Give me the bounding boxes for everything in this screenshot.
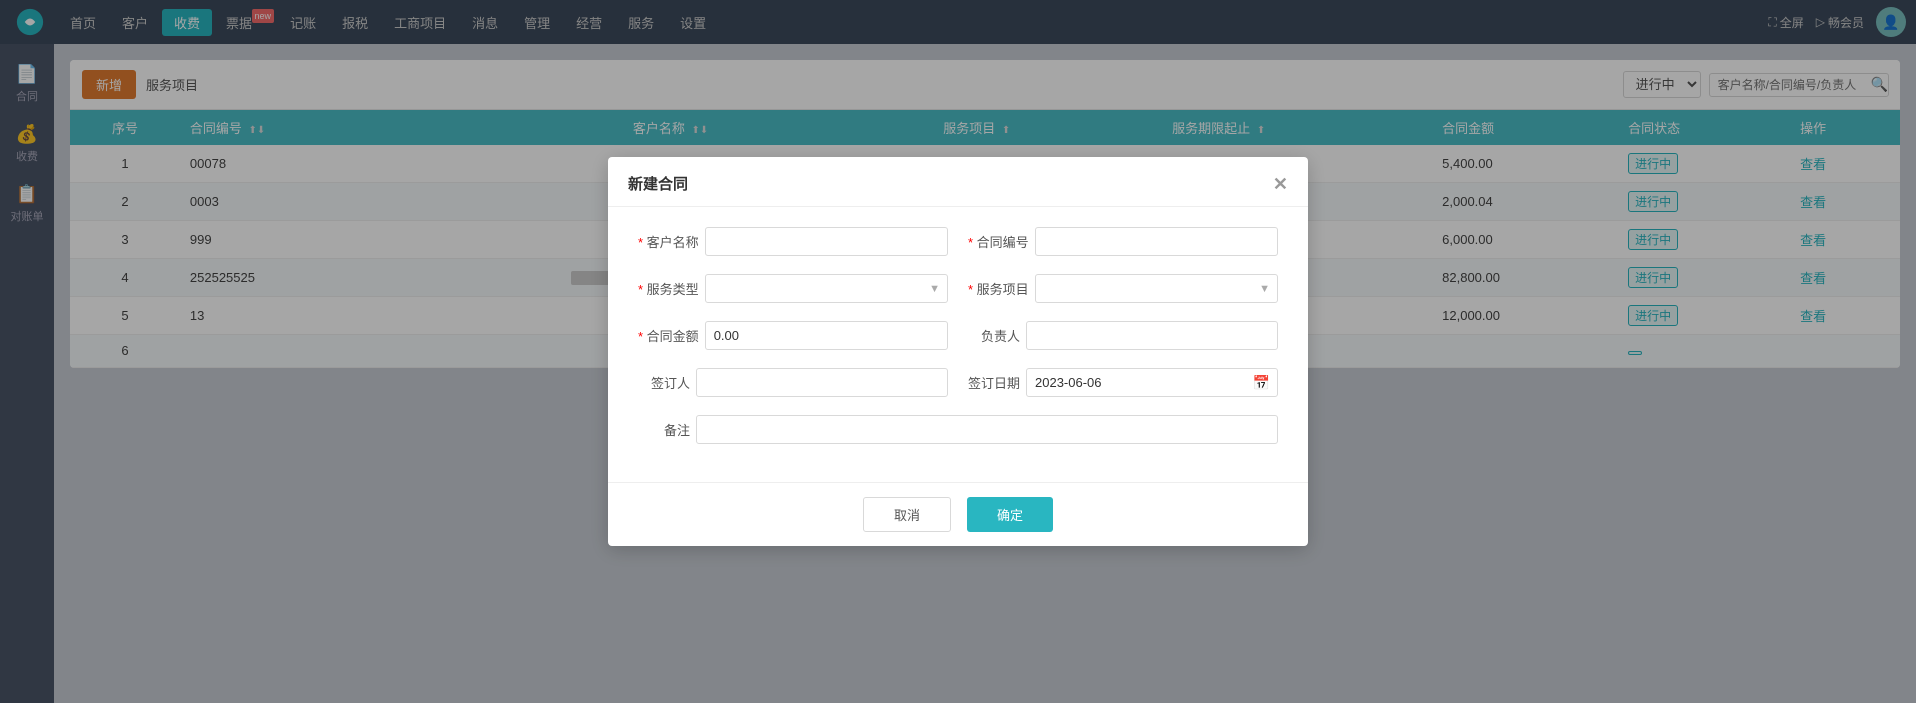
contract-no-input[interactable] bbox=[1035, 227, 1278, 256]
field-customer: 客户名称 bbox=[638, 227, 948, 256]
remark-input[interactable] bbox=[696, 415, 1278, 444]
cancel-button[interactable]: 取消 bbox=[863, 497, 951, 532]
signer-input[interactable] bbox=[696, 368, 948, 397]
field-sign-date: 签订日期 📅 bbox=[968, 368, 1278, 397]
field-service-type: 服务类型 ▼ bbox=[638, 274, 948, 303]
field-amount: 合同金额 bbox=[638, 321, 948, 350]
field-service-item: 服务项目 ▼ bbox=[968, 274, 1278, 303]
signer-label: 签订人 bbox=[638, 373, 690, 392]
service-item-label: 服务项目 bbox=[968, 279, 1029, 298]
modal-header: 新建合同 ✕ bbox=[608, 157, 1308, 207]
modal-body: 客户名称 合同编号 服务类型 ▼ 服务项目 bbox=[608, 207, 1308, 482]
service-type-select[interactable] bbox=[705, 274, 948, 303]
modal-title: 新建合同 bbox=[628, 173, 688, 194]
service-item-select-wrap: ▼ bbox=[1035, 274, 1278, 303]
sign-date-label: 签订日期 bbox=[968, 373, 1020, 392]
responsible-input[interactable] bbox=[1026, 321, 1278, 350]
customer-label: 客户名称 bbox=[638, 232, 699, 251]
new-contract-modal: 新建合同 ✕ 客户名称 合同编号 服务类型 bbox=[608, 157, 1308, 546]
sign-date-wrap: 📅 bbox=[1026, 368, 1278, 397]
responsible-label: 负责人 bbox=[968, 326, 1020, 345]
form-row-4: 签订人 签订日期 📅 bbox=[638, 368, 1278, 397]
form-row-1: 客户名称 合同编号 bbox=[638, 227, 1278, 256]
form-row-5: 备注 bbox=[638, 415, 1278, 444]
confirm-button[interactable]: 确定 bbox=[967, 497, 1053, 532]
modal-overlay[interactable]: 新建合同 ✕ 客户名称 合同编号 服务类型 bbox=[0, 0, 1916, 703]
modal-close-button[interactable]: ✕ bbox=[1273, 175, 1288, 193]
service-type-label: 服务类型 bbox=[638, 279, 699, 298]
amount-input[interactable] bbox=[705, 321, 948, 350]
field-contract-no: 合同编号 bbox=[968, 227, 1278, 256]
service-item-select[interactable] bbox=[1035, 274, 1278, 303]
form-row-3: 合同金额 负责人 bbox=[638, 321, 1278, 350]
field-signer: 签订人 bbox=[638, 368, 948, 397]
contract-no-label: 合同编号 bbox=[968, 232, 1029, 251]
field-remark: 备注 bbox=[638, 415, 1278, 444]
form-row-2: 服务类型 ▼ 服务项目 ▼ bbox=[638, 274, 1278, 303]
customer-input[interactable] bbox=[705, 227, 948, 256]
modal-footer: 取消 确定 bbox=[608, 482, 1308, 546]
amount-label: 合同金额 bbox=[638, 326, 699, 345]
remark-label: 备注 bbox=[638, 420, 690, 439]
field-responsible: 负责人 bbox=[968, 321, 1278, 350]
service-type-select-wrap: ▼ bbox=[705, 274, 948, 303]
sign-date-input[interactable] bbox=[1026, 368, 1278, 397]
